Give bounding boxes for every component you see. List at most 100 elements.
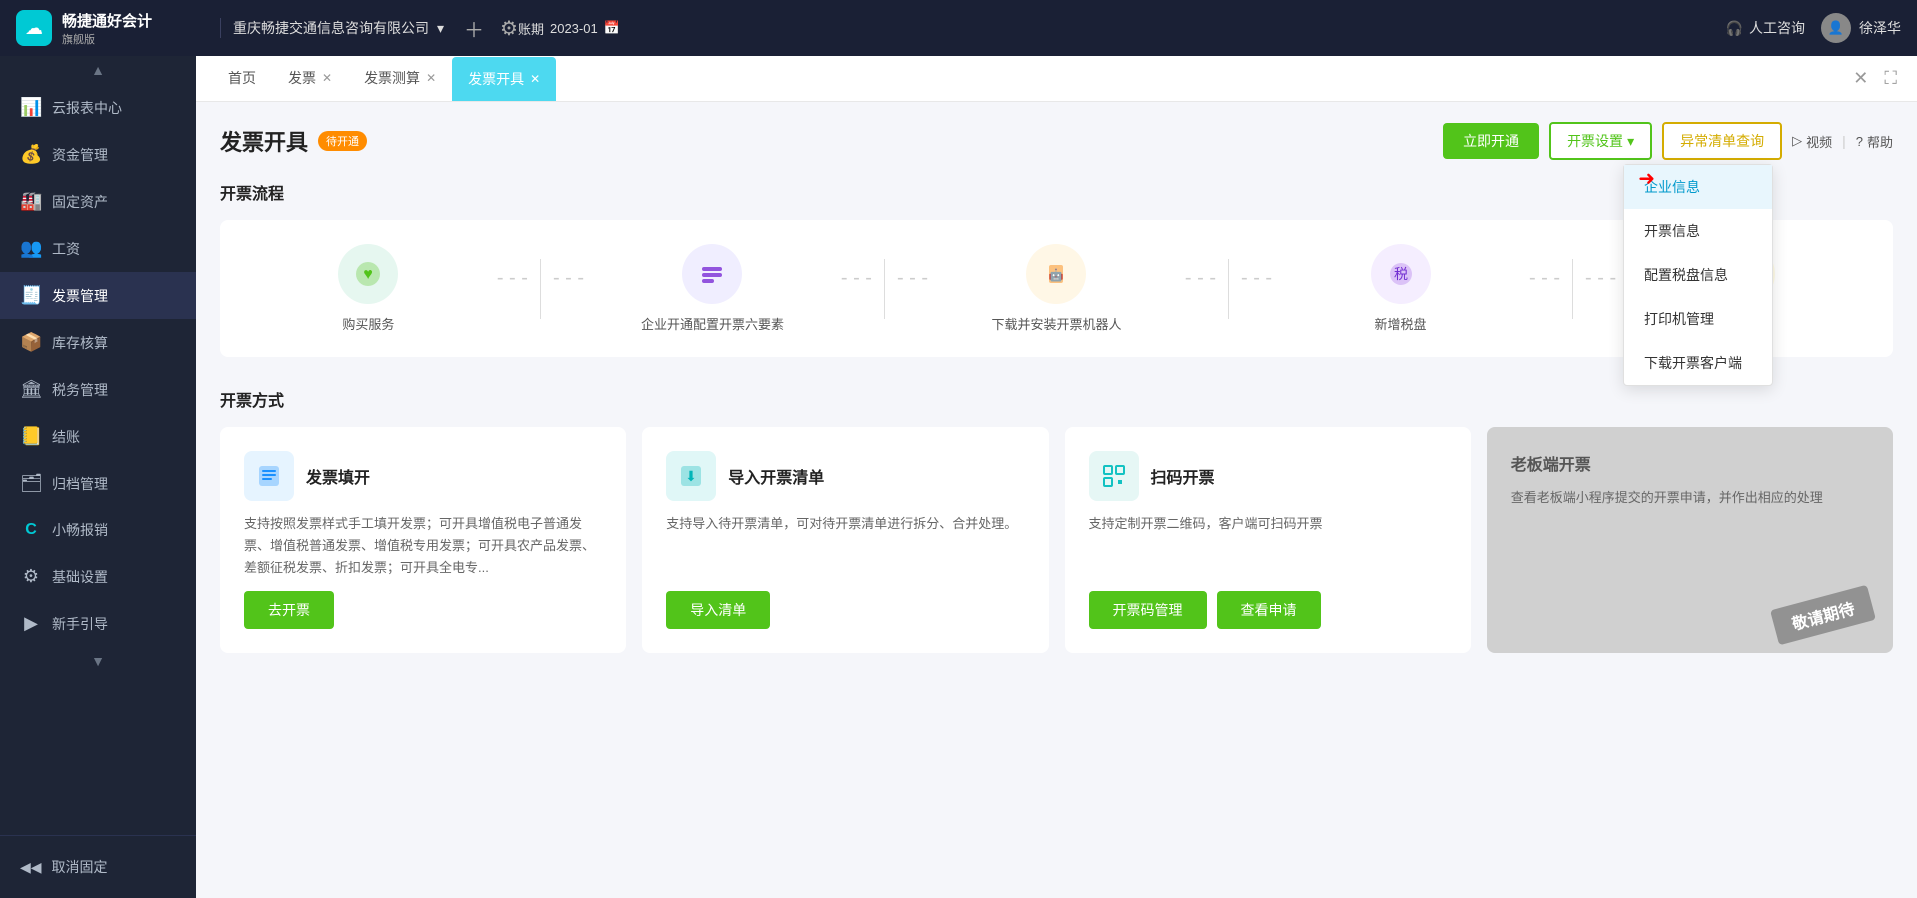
zijin-icon: 💰 <box>20 144 42 165</box>
dropdown-item-invoice-info[interactable]: 开票信息 <box>1624 209 1772 253</box>
tab-window-controls: ✕ ⛶ <box>1849 64 1901 93</box>
flow-icon-download: 🤖 <box>1026 244 1086 304</box>
jichu-icon: ⚙ <box>20 566 42 587</box>
add-icon[interactable]: ＋ <box>464 14 484 43</box>
method-card-fill: 发票填开 支持按照发票样式手工填开发票；可开具增值税电子普通发票、增值税普通发票… <box>220 427 626 653</box>
dropdown-item-tax-disk[interactable]: 配置税盘信息 <box>1624 253 1772 297</box>
calendar-icon[interactable]: 📅 <box>604 20 620 36</box>
company-selector[interactable]: 重庆畅捷交通信息咨询有限公司 ▾ <box>220 18 456 38</box>
import-list-button[interactable]: 导入清单 <box>666 591 770 629</box>
status-badge: 待开通 <box>318 131 367 151</box>
content-area: 首页 发票 ✕ 发票测算 ✕ 发票开具 ✕ ✕ ⛶ <box>196 56 1917 898</box>
sidebar-item-jiezhang[interactable]: 📒 结账 <box>0 413 196 460</box>
cloud-icon: ☁ <box>25 18 43 39</box>
abnormal-list-button[interactable]: 异常清单查询 <box>1662 122 1782 160</box>
top-actions: ＋ ⚙ <box>464 14 518 43</box>
tab-fapiao[interactable]: 发票 ✕ <box>272 56 348 102</box>
sidebar-item-jichu[interactable]: ⚙ 基础设置 <box>0 553 196 600</box>
sidebar-bottom: ◀◀ 取消固定 <box>0 835 196 898</box>
fapiao-icon: 🧾 <box>20 285 42 306</box>
tab-home[interactable]: 首页 <box>212 56 272 102</box>
flow-label-download: 下载并安装开票机器人 <box>991 314 1121 333</box>
sidebar-scroll-down[interactable]: ▼ <box>0 647 196 675</box>
tab-fapiao-close[interactable]: ✕ <box>322 71 332 85</box>
flow-icon-buy: ♥ <box>338 244 398 304</box>
xiaochang-icon: C <box>20 521 42 539</box>
sidebar-item-xinshou[interactable]: ▶ 新手引导 <box>0 600 196 647</box>
dropdown-item-printer[interactable]: 打印机管理 <box>1624 297 1772 341</box>
cancel-pin-button[interactable]: ◀◀ 取消固定 <box>0 844 196 890</box>
sidebar-item-guding[interactable]: 🏭 固定资产 <box>0 178 196 225</box>
dropdown-item-download-client[interactable]: 下载开票客户端 <box>1624 341 1772 385</box>
help-icon: ? <box>1856 134 1863 149</box>
help-button[interactable]: ? 帮助 <box>1856 132 1893 151</box>
flow-divider-2 <box>884 259 885 319</box>
sidebar-item-label: 库存核算 <box>52 333 108 353</box>
xinshou-icon: ▶ <box>20 613 42 634</box>
methods-section: 开票方式 发票填开 支持按照发票样式手工填开发票；可开具增值税电子普通发票、增值… <box>220 387 1893 653</box>
flow-arrow-5: - - - <box>1185 267 1216 310</box>
sidebar-item-label: 固定资产 <box>52 192 108 212</box>
tab-fapiao-kaiju[interactable]: 发票开具 ✕ <box>452 57 556 101</box>
top-right: 🎧 人工咨询 👤 徐泽华 <box>1726 13 1901 43</box>
flow-divider-1 <box>540 259 541 319</box>
view-apply-button[interactable]: 查看申请 <box>1217 591 1321 629</box>
main-area: ▲ 📊 云报表中心 💰 资金管理 🏭 固定资产 👥 工资 🧾 发票管理 <box>0 56 1917 898</box>
flow-arrow-2: - - - <box>553 267 584 310</box>
header-actions: 立即开通 开票设置 ▾ 异常清单查询 ▷ 视频 | ? <box>1443 122 1893 160</box>
method-desc-fill: 支持按照发票样式手工填开发票；可开具增值税电子普通发票、增值税普通发票、增值税专… <box>244 513 602 579</box>
flow-label-config: 企业开通配置开票六要素 <box>641 314 784 333</box>
sidebar-item-fapiao[interactable]: 🧾 发票管理 <box>0 272 196 319</box>
support-button[interactable]: 🎧 人工咨询 <box>1726 18 1805 38</box>
settings-dropdown-menu: 企业信息 开票信息 配置税盘信息 打印机管理 下载开票客户端 <box>1623 164 1773 386</box>
flow-label-taxdisk: 新增税盘 <box>1375 314 1427 333</box>
flow-item-buy: ♥ 购买服务 <box>244 244 493 333</box>
yunbao-icon: 📊 <box>20 97 42 118</box>
sidebar-item-yunbao[interactable]: 📊 云报表中心 <box>0 84 196 131</box>
sidebar-item-gongzi[interactable]: 👥 工资 <box>0 225 196 272</box>
close-tab-button[interactable]: ✕ <box>1849 64 1872 93</box>
settings-icon[interactable]: ⚙ <box>500 16 518 41</box>
maximize-button[interactable]: ⛶ <box>1880 64 1901 93</box>
tab-kaiju-close[interactable]: ✕ <box>530 72 540 86</box>
sidebar: ▲ 📊 云报表中心 💰 资金管理 🏭 固定资产 👥 工资 🧾 发票管理 <box>0 56 196 898</box>
settings-dropdown-arrow: ▾ <box>1627 133 1634 150</box>
flow-arrow-1: - - - <box>497 267 528 310</box>
top-bar: ☁ 畅捷通好会计 旗舰版 重庆畅捷交通信息咨询有限公司 ▾ ＋ ⚙ 账期 202… <box>0 0 1917 56</box>
page-title: 发票开具 <box>220 125 308 157</box>
settings-button[interactable]: 开票设置 ▾ <box>1549 122 1652 160</box>
methods-grid: 发票填开 支持按照发票样式手工填开发票；可开具增值税电子普通发票、增值税普通发票… <box>220 427 1893 653</box>
svg-text:♥: ♥ <box>364 266 374 283</box>
tab-fapiao-cesuan[interactable]: 发票测算 ✕ <box>348 56 452 102</box>
method-card-import: ⬇ 导入开票清单 支持导入待开票清单，可对待开票清单进行拆分、合并处理。 导入清… <box>642 427 1048 653</box>
flow-icon-taxdisk: 税 <box>1371 244 1431 304</box>
sidebar-item-label: 资金管理 <box>52 145 108 165</box>
headphone-icon: 🎧 <box>1726 20 1743 37</box>
sidebar-item-label: 税务管理 <box>52 380 108 400</box>
svg-text:税: 税 <box>1394 266 1408 282</box>
sidebar-item-shuiwu[interactable]: 🏛 税务管理 <box>0 366 196 413</box>
video-button[interactable]: ▷ 视频 <box>1792 132 1832 151</box>
method-header-scan: 扫码开票 <box>1089 451 1447 501</box>
sidebar-item-label: 工资 <box>52 239 80 259</box>
sidebar-item-xiaochang[interactable]: C 小畅报销 <box>0 507 196 553</box>
guding-icon: 🏭 <box>20 191 42 212</box>
svg-text:⬇: ⬇ <box>685 468 697 484</box>
activate-button[interactable]: 立即开通 <box>1443 123 1539 159</box>
flow-icon-config <box>682 244 742 304</box>
qr-manage-button[interactable]: 开票码管理 <box>1089 591 1207 629</box>
flow-arrow-7: - - - <box>1529 267 1560 310</box>
tab-bar: 首页 发票 ✕ 发票测算 ✕ 发票开具 ✕ ✕ ⛶ <box>196 56 1917 102</box>
sidebar-item-label: 云报表中心 <box>52 98 122 118</box>
sidebar-item-zijin[interactable]: 💰 资金管理 <box>0 131 196 178</box>
method-card-scan: 扫码开票 支持定制开票二维码，客户端可扫码开票 开票码管理 查看申请 <box>1065 427 1471 653</box>
logo-text: 畅捷通好会计 旗舰版 <box>62 10 152 47</box>
fill-invoice-button[interactable]: 去开票 <box>244 591 334 629</box>
sidebar-item-guidang[interactable]: 🗂 归档管理 <box>0 460 196 507</box>
sidebar-item-kucun[interactable]: 📦 库存核算 <box>0 319 196 366</box>
method-desc-import: 支持导入待开票清单，可对待开票清单进行拆分、合并处理。 <box>666 513 1024 579</box>
pin-icon: ◀◀ <box>20 859 42 876</box>
sidebar-scroll-up[interactable]: ▲ <box>0 56 196 84</box>
tab-cesuan-close[interactable]: ✕ <box>426 71 436 85</box>
user-info[interactable]: 👤 徐泽华 <box>1821 13 1901 43</box>
